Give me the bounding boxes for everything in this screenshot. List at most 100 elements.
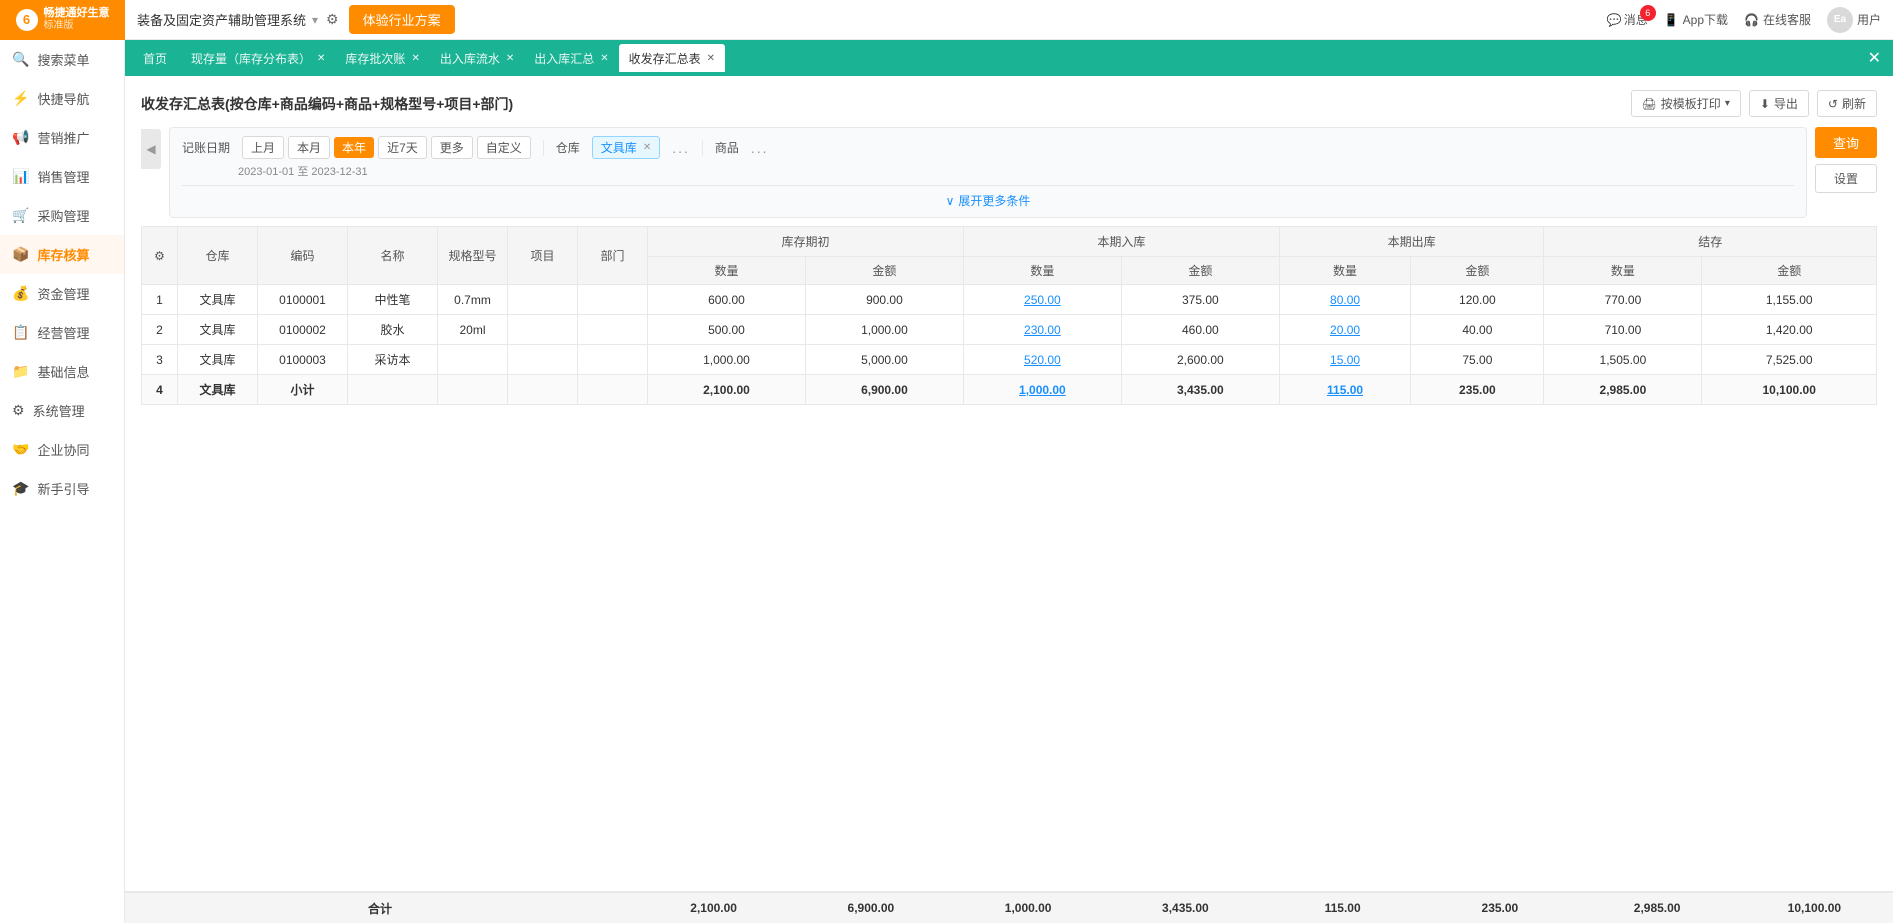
app-download-button[interactable]: 📱 App下载 bbox=[1664, 11, 1728, 28]
message-badge: 6 bbox=[1640, 5, 1656, 21]
row2-balance-qty: 710.00 bbox=[1544, 315, 1702, 345]
tab-stock-dist[interactable]: 现存量（库存分布表） ✕ bbox=[181, 44, 335, 72]
total-label: 合计 bbox=[125, 900, 635, 917]
total-in-amt: 3,435.00 bbox=[1107, 901, 1264, 915]
date-btn-custom[interactable]: 自定义 bbox=[477, 136, 531, 159]
sidebar-item-business[interactable]: 📋 经营管理 bbox=[0, 313, 124, 352]
warehouse-tag[interactable]: 文具库 ✕ bbox=[592, 136, 660, 159]
col-header-code: 编码 bbox=[258, 227, 348, 285]
row2-out-qty[interactable]: 20.00 bbox=[1279, 315, 1411, 345]
system-dropdown-icon[interactable]: ▾ bbox=[312, 13, 318, 27]
page-title: 收发存汇总表(按仓库+商品编码+商品+规格型号+项目+部门) bbox=[141, 94, 513, 114]
subtotal-out-qty[interactable]: 115.00 bbox=[1279, 375, 1411, 405]
sidebar-item-finance[interactable]: 💰 资金管理 bbox=[0, 274, 124, 313]
sidebar-item-basic[interactable]: 📁 基础信息 bbox=[0, 352, 124, 391]
subtotal-in-qty[interactable]: 1,000.00 bbox=[963, 375, 1121, 405]
refresh-button[interactable]: ↺ 刷新 bbox=[1817, 90, 1877, 117]
online-service-button[interactable]: 🎧 在线客服 bbox=[1744, 11, 1811, 28]
purchase-icon: 🛒 bbox=[12, 207, 29, 224]
row3-out-qty[interactable]: 15.00 bbox=[1279, 345, 1411, 375]
tab-recv-send[interactable]: 收发存汇总表 ✕ bbox=[619, 44, 725, 72]
query-button[interactable]: 查询 bbox=[1815, 127, 1877, 158]
row1-in-qty[interactable]: 250.00 bbox=[963, 285, 1121, 315]
tab-batch[interactable]: 库存批次账 ✕ bbox=[335, 44, 429, 72]
row2-spec: 20ml bbox=[438, 315, 508, 345]
sidebar-item-inventory[interactable]: 📦 库存核算 bbox=[0, 235, 124, 274]
warehouse-tag-close[interactable]: ✕ bbox=[643, 142, 651, 153]
col-header-opening-qty: 数量 bbox=[648, 257, 806, 285]
total-balance-amt: 10,100.00 bbox=[1736, 901, 1893, 915]
system-name: 装备及固定资产辅助管理系统 bbox=[137, 10, 306, 29]
logo-area: 6 畅捷通好生意 标准版 bbox=[0, 0, 125, 40]
warehouse-tag-text: 文具库 bbox=[601, 139, 637, 156]
print-label: 按模板打印 bbox=[1661, 95, 1721, 112]
total-out-qty: 115.00 bbox=[1264, 901, 1421, 915]
table-row: 3 文具库 0100003 采访本 1,000.00 5,000.00 520.… bbox=[142, 345, 1877, 375]
gear-icon[interactable]: ⚙ bbox=[326, 11, 339, 28]
total-opening-amt: 6,900.00 bbox=[792, 901, 949, 915]
sidebar-label-search: 搜索菜单 bbox=[37, 50, 89, 69]
tab-flow[interactable]: 出入库流水 ✕ bbox=[430, 44, 524, 72]
row2-in-qty[interactable]: 230.00 bbox=[963, 315, 1121, 345]
footer-total-bar: 合计 2,100.00 6,900.00 1,000.00 3,435.00 1… bbox=[125, 891, 1893, 923]
row3-in-qty[interactable]: 520.00 bbox=[963, 345, 1121, 375]
user-button[interactable]: Ea 用户 bbox=[1827, 7, 1881, 33]
row3-balance-qty: 1,505.00 bbox=[1544, 345, 1702, 375]
tab-flow-close[interactable]: ✕ bbox=[506, 53, 514, 64]
tab-recv-send-close[interactable]: ✕ bbox=[707, 53, 715, 64]
row1-dept bbox=[578, 285, 648, 315]
sidebar-item-search[interactable]: 🔍 搜索菜单 bbox=[0, 40, 124, 79]
sidebar-label-business: 经营管理 bbox=[37, 323, 89, 342]
refresh-label: 刷新 bbox=[1842, 95, 1866, 112]
sidebar-item-sales[interactable]: 📊 销售管理 bbox=[0, 157, 124, 196]
subtotal-warehouse: 文具库 bbox=[178, 375, 258, 405]
tab-stock-dist-close[interactable]: ✕ bbox=[317, 53, 325, 64]
row3-project bbox=[508, 345, 578, 375]
total-balance-qty: 2,985.00 bbox=[1579, 901, 1736, 915]
sidebar-item-purchase[interactable]: 🛒 采购管理 bbox=[0, 196, 124, 235]
settings-gear-icon[interactable]: ⚙ bbox=[154, 249, 165, 263]
sidebar-label-purchase: 采购管理 bbox=[37, 206, 89, 225]
phone-icon: 📱 bbox=[1664, 13, 1679, 27]
search-icon: 🔍 bbox=[12, 51, 29, 68]
settings-button[interactable]: 设置 bbox=[1815, 164, 1877, 193]
tab-batch-close[interactable]: ✕ bbox=[411, 53, 419, 64]
quick-icon: ⚡ bbox=[12, 90, 29, 107]
expand-more-btn[interactable]: ∨ 展开更多条件 bbox=[946, 192, 1031, 209]
export-label: 导出 bbox=[1774, 95, 1798, 112]
row1-out-qty[interactable]: 80.00 bbox=[1279, 285, 1411, 315]
date-btn-last-month[interactable]: 上月 bbox=[242, 136, 284, 159]
print-button[interactable]: 🖨 按模板打印 ▾ bbox=[1631, 90, 1741, 117]
tab-bar-close[interactable]: ✕ bbox=[1860, 48, 1889, 68]
tab-home[interactable]: 首页 bbox=[129, 44, 181, 72]
tab-summary[interactable]: 出入库汇总 ✕ bbox=[524, 44, 618, 72]
sidebar-item-marketing[interactable]: 📢 营销推广 bbox=[0, 118, 124, 157]
goods-ellipsis[interactable]: ... bbox=[751, 140, 769, 156]
tab-summary-close[interactable]: ✕ bbox=[600, 53, 608, 64]
col-header-out-qty: 数量 bbox=[1279, 257, 1411, 285]
sidebar-item-quick[interactable]: ⚡ 快捷导航 bbox=[0, 79, 124, 118]
row1-opening-qty: 600.00 bbox=[648, 285, 806, 315]
export-button[interactable]: ⬇ 导出 bbox=[1749, 90, 1809, 117]
subtotal-balance-amt: 10,100.00 bbox=[1702, 375, 1877, 405]
row1-no: 1 bbox=[142, 285, 178, 315]
expand-label: 展开更多条件 bbox=[958, 192, 1030, 209]
sidebar-item-collab[interactable]: 🤝 企业协同 bbox=[0, 430, 124, 469]
date-btn-7days[interactable]: 近7天 bbox=[378, 136, 427, 159]
row1-balance-amt: 1,155.00 bbox=[1702, 285, 1877, 315]
date-btn-this-year[interactable]: 本年 bbox=[334, 137, 374, 158]
row1-project bbox=[508, 285, 578, 315]
date-btn-more[interactable]: 更多 bbox=[431, 136, 473, 159]
col-group-in: 本期入库 bbox=[963, 227, 1279, 257]
message-button[interactable]: 💬 6 消息 bbox=[1607, 11, 1648, 28]
date-btn-this-month[interactable]: 本月 bbox=[288, 136, 330, 159]
filter-collapse-btn[interactable]: ◀ bbox=[141, 129, 161, 169]
sidebar-label-sales: 销售管理 bbox=[37, 167, 89, 186]
sidebar: 🔍 搜索菜单 ⚡ 快捷导航 📢 营销推广 📊 销售管理 🛒 采购管理 📦 库存核… bbox=[0, 40, 125, 923]
sidebar-label-quick: 快捷导航 bbox=[37, 89, 89, 108]
row2-code: 0100002 bbox=[258, 315, 348, 345]
trial-button[interactable]: 体验行业方案 bbox=[349, 5, 455, 34]
sidebar-item-system[interactable]: ⚙ 系统管理 bbox=[0, 391, 124, 430]
sidebar-item-newbie[interactable]: 🎓 新手引导 bbox=[0, 469, 124, 508]
warehouse-ellipsis[interactable]: ... bbox=[672, 140, 690, 156]
